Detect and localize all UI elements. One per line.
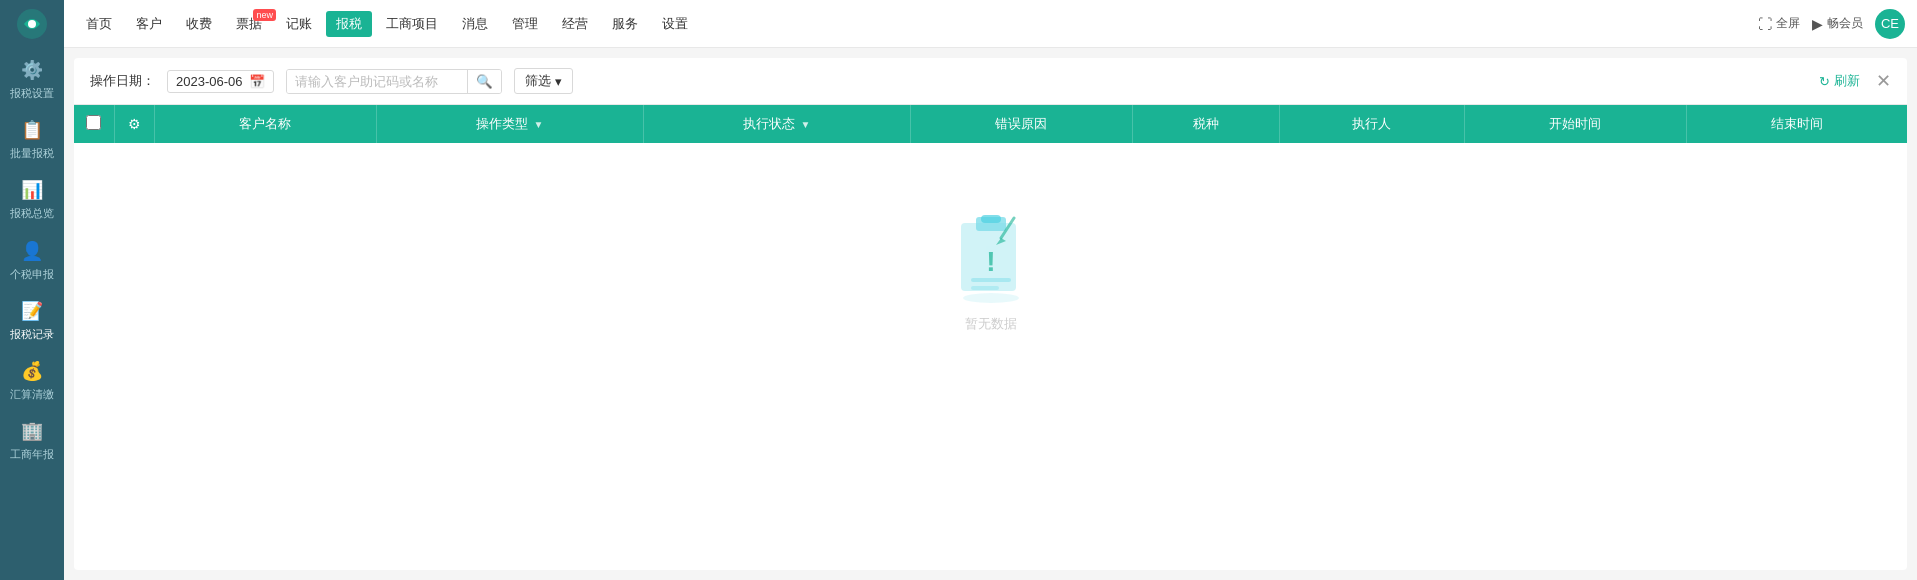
nav-piaoju[interactable]: 票据 new — [226, 11, 272, 37]
empty-illustration: ! — [946, 203, 1036, 303]
piliang-baoshui-icon: 📋 — [18, 116, 46, 144]
th-operation-type: 操作类型 ▼ — [376, 105, 643, 143]
nav-gongshang-xiangmu[interactable]: 工商项目 — [376, 11, 448, 37]
refresh-icon: ↻ — [1819, 74, 1830, 89]
date-picker[interactable]: 2023-06-06 📅 — [167, 70, 274, 93]
th-checkbox — [74, 105, 114, 143]
data-table: ⚙ 客户名称 操作类型 ▼ 执行状态 ▼ 错误原因 税种 执行 — [74, 105, 1907, 143]
svg-rect-7 — [971, 286, 999, 290]
nav-guanli[interactable]: 管理 — [502, 11, 548, 37]
baoshui-shezhi-icon: ⚙️ — [18, 56, 46, 84]
th-settings: ⚙ — [114, 105, 154, 143]
nav-baoshui[interactable]: 报税 — [326, 11, 372, 37]
th-error-reason: 错误原因 — [910, 105, 1132, 143]
topnav: 首页 客户 收费 票据 new 记账 报税 工商项目 消息 管理 经营 服务 设… — [64, 0, 1917, 48]
nav-shezhi[interactable]: 设置 — [652, 11, 698, 37]
sidebar-item-baoshui-zonlan[interactable]: 📊 报税总览 — [0, 168, 64, 228]
empty-text: 暂无数据 — [965, 315, 1017, 333]
date-label: 操作日期： — [90, 72, 155, 90]
nav-jingying[interactable]: 经营 — [552, 11, 598, 37]
sidebar-item-piliang-baoshui[interactable]: 📋 批量报税 — [0, 108, 64, 168]
search-box: 🔍 — [286, 69, 502, 94]
search-icon: 🔍 — [476, 74, 493, 89]
topnav-right: ⛶ 全屏 ▶ 畅会员 CE — [1758, 9, 1905, 39]
nav-xiaoxi[interactable]: 消息 — [452, 11, 498, 37]
toolbar: 操作日期： 2023-06-06 📅 🔍 筛选 ▾ ↻ 刷新 ✕ — [74, 58, 1907, 105]
th-executor: 执行人 — [1279, 105, 1464, 143]
baoshui-jilu-icon: 📝 — [18, 297, 46, 325]
sort-exec-icon: ▼ — [800, 119, 810, 130]
filter-label: 筛选 — [525, 72, 551, 90]
fullscreen-label: 全屏 — [1776, 15, 1800, 32]
svg-point-1 — [28, 20, 36, 28]
sidebar-item-gongshang-nianbao-label: 工商年报 — [10, 448, 54, 461]
member-label: 畅会员 — [1827, 15, 1863, 32]
main-area: 首页 客户 收费 票据 new 记账 报税 工商项目 消息 管理 经营 服务 设… — [64, 0, 1917, 580]
sidebar-item-huisuan-jiaona-label: 汇算清缴 — [10, 388, 54, 401]
nav-jizhang[interactable]: 记账 — [276, 11, 322, 37]
sidebar-item-geshui-shenbao-label: 个税申报 — [10, 268, 54, 281]
huisuan-jiaona-icon: 💰 — [18, 357, 46, 385]
nav-customer[interactable]: 客户 — [126, 11, 172, 37]
refresh-button[interactable]: ↻ 刷新 — [1819, 72, 1860, 90]
content-area: 操作日期： 2023-06-06 📅 🔍 筛选 ▾ ↻ 刷新 ✕ — [74, 58, 1907, 570]
sidebar-item-baoshui-shezhi-label: 报税设置 — [10, 87, 54, 100]
sort-operation-icon: ▼ — [534, 119, 544, 130]
sidebar-item-geshui-shenbao[interactable]: 👤 个税申报 — [0, 229, 64, 289]
sidebar-item-baoshui-shezhi[interactable]: ⚙️ 报税设置 — [0, 48, 64, 108]
baoshui-zonlan-icon: 📊 — [18, 176, 46, 204]
member-button[interactable]: ▶ 畅会员 — [1812, 15, 1863, 32]
svg-rect-6 — [971, 278, 1011, 282]
nav-home[interactable]: 首页 — [76, 11, 122, 37]
nav-items: 首页 客户 收费 票据 new 记账 报税 工商项目 消息 管理 经营 服务 设… — [76, 11, 1758, 37]
avatar[interactable]: CE — [1875, 9, 1905, 39]
svg-rect-4 — [981, 215, 1001, 223]
close-button[interactable]: ✕ — [1876, 72, 1891, 90]
sidebar-item-gongshang-nianbao[interactable]: 🏢 工商年报 — [0, 409, 64, 469]
table-container: ⚙ 客户名称 操作类型 ▼ 执行状态 ▼ 错误原因 税种 执行 — [74, 105, 1907, 570]
new-badge: new — [253, 9, 276, 22]
gongshang-nianbao-icon: 🏢 — [18, 417, 46, 445]
sidebar-item-baoshui-zonlan-label: 报税总览 — [10, 207, 54, 220]
th-customer-name: 客户名称 — [154, 105, 376, 143]
nav-fuwu[interactable]: 服务 — [602, 11, 648, 37]
select-all-checkbox[interactable] — [86, 115, 101, 130]
search-button[interactable]: 🔍 — [467, 70, 501, 93]
sidebar-item-baoshui-jilu[interactable]: 📝 报税记录 — [0, 289, 64, 349]
th-end-time: 结束时间 — [1686, 105, 1907, 143]
calendar-icon: 📅 — [249, 74, 265, 89]
nav-shoufei[interactable]: 收费 — [176, 11, 222, 37]
member-icon: ▶ — [1812, 16, 1823, 32]
search-input[interactable] — [287, 70, 467, 93]
th-start-time: 开始时间 — [1464, 105, 1686, 143]
refresh-label: 刷新 — [1834, 72, 1860, 90]
svg-text:!: ! — [986, 246, 995, 277]
th-tax-type: 税种 — [1132, 105, 1279, 143]
svg-point-10 — [963, 293, 1019, 303]
sidebar-item-baoshui-jilu-label: 报税记录 — [10, 328, 54, 341]
fullscreen-icon: ⛶ — [1758, 16, 1772, 32]
sidebar-item-piliang-baoshui-label: 批量报税 — [10, 147, 54, 160]
sidebar: ⚙️ 报税设置 📋 批量报税 📊 报税总览 👤 个税申报 📝 报税记录 💰 汇算… — [0, 0, 64, 580]
th-exec-status: 执行状态 ▼ — [643, 105, 910, 143]
fullscreen-button[interactable]: ⛶ 全屏 — [1758, 15, 1800, 32]
logo[interactable] — [0, 0, 64, 48]
empty-state: ! 暂无数据 — [74, 143, 1907, 393]
chevron-down-icon: ▾ — [555, 74, 562, 89]
geshui-shenbao-icon: 👤 — [18, 237, 46, 265]
toolbar-right: ↻ 刷新 ✕ — [1819, 72, 1891, 90]
column-settings-icon[interactable]: ⚙ — [128, 116, 141, 132]
date-value: 2023-06-06 — [176, 74, 243, 89]
sidebar-item-huisuan-jiaona[interactable]: 💰 汇算清缴 — [0, 349, 64, 409]
filter-button[interactable]: 筛选 ▾ — [514, 68, 573, 94]
